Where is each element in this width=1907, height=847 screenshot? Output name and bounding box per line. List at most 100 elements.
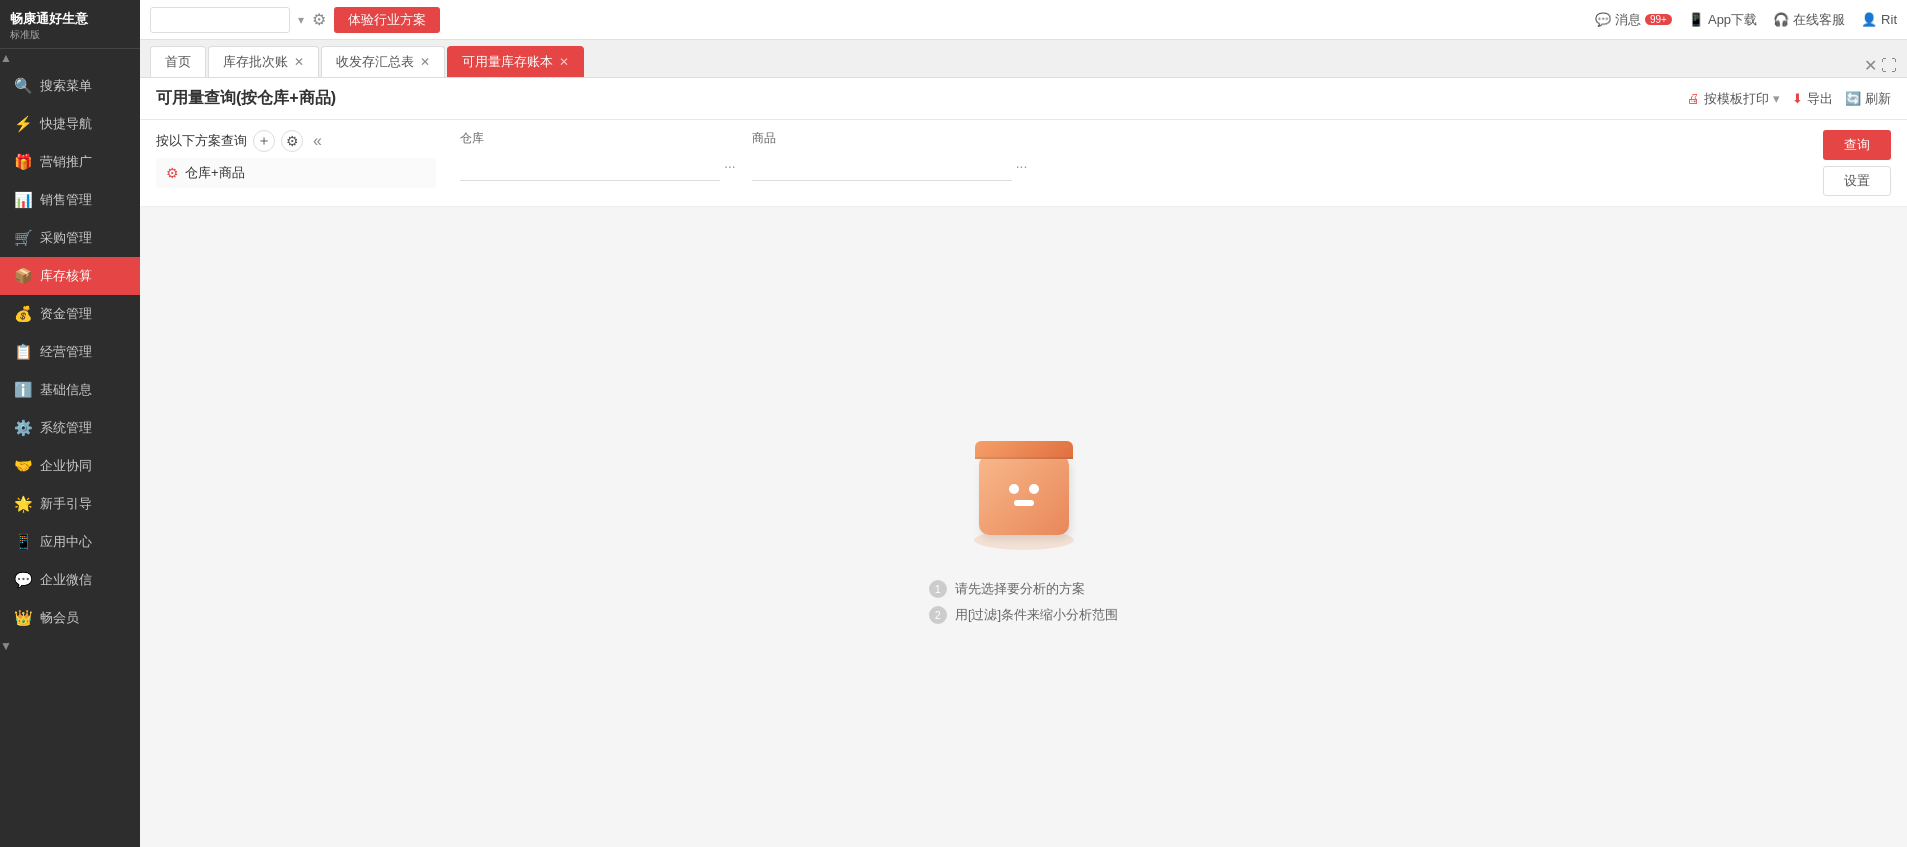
print-icon: 🖨 — [1687, 91, 1700, 106]
tab-batch-close[interactable]: ✕ — [294, 55, 304, 69]
warehouse-more-icon[interactable]: ··· — [724, 158, 736, 174]
tab-batch[interactable]: 库存批次账 ✕ — [208, 46, 319, 77]
system-icon: ⚙️ — [14, 419, 32, 437]
sidebar-item-marketing[interactable]: 🎁 营销推广 — [0, 143, 140, 181]
filter-scheme-item[interactable]: ⚙ 仓库+商品 — [156, 158, 436, 188]
logo-sub: 标准版 — [10, 28, 130, 42]
goods-label: 商品 — [752, 130, 1028, 147]
topbar-user[interactable]: 👤 Rit — [1861, 12, 1897, 27]
sidebar-item-label: 快捷导航 — [40, 115, 92, 133]
query-btn[interactable]: 查询 — [1823, 130, 1891, 160]
topbar-search-input[interactable] — [150, 7, 290, 33]
empty-state: 1 请先选择要分析的方案 2 用[过滤]条件来缩小分析范围 — [140, 207, 1907, 847]
tab-available-close[interactable]: ✕ — [559, 55, 569, 69]
sidebar-item-appcenter[interactable]: 📱 应用中心 — [0, 523, 140, 561]
tab-summary[interactable]: 收发存汇总表 ✕ — [321, 46, 445, 77]
search-icon: 🔍 — [14, 77, 32, 95]
sidebar-item-member[interactable]: 👑 畅会员 — [0, 599, 140, 637]
goods-field: 商品 ··· — [752, 130, 1028, 181]
app-label: App下载 — [1708, 11, 1757, 29]
sidebar-item-label: 企业协同 — [40, 457, 92, 475]
topbar-msg[interactable]: 💬 消息 99+ — [1595, 11, 1672, 29]
page-header-actions: 🖨 按模板打印 ▾ ⬇ 导出 🔄 刷新 — [1687, 90, 1891, 108]
print-label: 按模板打印 — [1704, 90, 1769, 108]
export-label: 导出 — [1807, 90, 1833, 108]
page-area: 可用量查询(按仓库+商品) 🖨 按模板打印 ▾ ⬇ 导出 🔄 刷新 — [140, 78, 1907, 847]
sidebar-item-label: 应用中心 — [40, 533, 92, 551]
topbar-app[interactable]: 📱 App下载 — [1688, 11, 1757, 29]
trial-btn[interactable]: 体验行业方案 — [334, 7, 440, 33]
sidebar-item-inventory[interactable]: 📦 库存核算 — [0, 257, 140, 295]
service-label: 在线客服 — [1793, 11, 1845, 29]
tab-home[interactable]: 首页 — [150, 46, 206, 77]
sidebar-item-label: 销售管理 — [40, 191, 92, 209]
sidebar-item-label: 营销推广 — [40, 153, 92, 171]
sidebar-item-label: 经营管理 — [40, 343, 92, 361]
refresh-icon: 🔄 — [1845, 91, 1861, 106]
empty-tip-1: 1 请先选择要分析的方案 — [929, 580, 1118, 598]
empty-tips: 1 请先选择要分析的方案 2 用[过滤]条件来缩小分析范围 — [929, 580, 1118, 624]
sidebar-item-label: 库存核算 — [40, 267, 92, 285]
refresh-action[interactable]: 🔄 刷新 — [1845, 90, 1891, 108]
user-icon: 👤 — [1861, 12, 1877, 27]
topbar-service[interactable]: 🎧 在线客服 — [1773, 11, 1845, 29]
tab-batch-label: 库存批次账 — [223, 53, 288, 71]
sidebar-item-label: 基础信息 — [40, 381, 92, 399]
sidebar-item-system[interactable]: ⚙️ 系统管理 — [0, 409, 140, 447]
warehouse-input[interactable] — [460, 151, 720, 181]
quicknav-icon: ⚡ — [14, 115, 32, 133]
topbar-gear-icon[interactable]: ⚙ — [312, 10, 326, 29]
inventory-icon: 📦 — [14, 267, 32, 285]
tab-close-all-icon[interactable]: ✕ — [1864, 56, 1877, 75]
sidebar-item-basicinfo[interactable]: ℹ️ 基础信息 — [0, 371, 140, 409]
sidebar-item-operations[interactable]: 📋 经营管理 — [0, 333, 140, 371]
goods-input[interactable] — [752, 151, 1012, 181]
refresh-label: 刷新 — [1865, 90, 1891, 108]
export-icon: ⬇ — [1792, 91, 1803, 106]
tab-summary-close[interactable]: ✕ — [420, 55, 430, 69]
main-area: ▾ ⚙ 体验行业方案 💬 消息 99+ 📱 App下载 🎧 在线客服 — [140, 0, 1907, 847]
print-dropdown-icon[interactable]: ▾ — [1773, 91, 1780, 106]
filter-collapse-btn[interactable]: « — [313, 132, 322, 150]
marketing-icon: 🎁 — [14, 153, 32, 171]
member-icon: 👑 — [14, 609, 32, 627]
msg-icon: 💬 — [1595, 12, 1611, 27]
sidebar-item-newguide[interactable]: 🌟 新手引导 — [0, 485, 140, 523]
msg-label: 消息 — [1615, 11, 1641, 29]
scroll-up-arrow[interactable]: ▲ — [0, 49, 140, 67]
scroll-down-arrow[interactable]: ▼ — [0, 637, 140, 655]
sidebar-item-label: 系统管理 — [40, 419, 92, 437]
logo-title: 畅康通好生意 — [10, 10, 130, 28]
user-label: Rit — [1881, 12, 1897, 27]
cooperation-icon: 🤝 — [14, 457, 32, 475]
settings-btn[interactable]: 设置 — [1823, 166, 1891, 196]
filter-fields: 仓库 ··· 商品 ··· — [460, 130, 1803, 181]
filter-settings-btn[interactable]: ⚙ — [281, 130, 303, 152]
sidebar-item-search[interactable]: 🔍 搜索菜单 — [0, 67, 140, 105]
empty-tip-2: 2 用[过滤]条件来缩小分析范围 — [929, 606, 1118, 624]
filter-add-btn[interactable]: ＋ — [253, 130, 275, 152]
sales-icon: 📊 — [14, 191, 32, 209]
warehouse-label: 仓库 — [460, 130, 736, 147]
newguide-icon: 🌟 — [14, 495, 32, 513]
goods-more-icon[interactable]: ··· — [1016, 158, 1028, 174]
sidebar-item-quicknav[interactable]: ⚡ 快捷导航 — [0, 105, 140, 143]
tab-available[interactable]: 可用量库存账本 ✕ — [447, 46, 584, 77]
page-title: 可用量查询(按仓库+商品) — [156, 88, 336, 109]
tab-home-label: 首页 — [165, 53, 191, 71]
topbar-right: 💬 消息 99+ 📱 App下载 🎧 在线客服 👤 Rit — [1595, 11, 1897, 29]
tab-expand-icon[interactable]: ⛶ — [1881, 57, 1897, 75]
sidebar-logo: 畅康通好生意 标准版 — [0, 0, 140, 49]
filter-left-header: 按以下方案查询 ＋ ⚙ « — [156, 130, 436, 152]
sidebar-item-label: 新手引导 — [40, 495, 92, 513]
tab-summary-label: 收发存汇总表 — [336, 53, 414, 71]
sidebar-item-cooperation[interactable]: 🤝 企业协同 — [0, 447, 140, 485]
print-action[interactable]: 🖨 按模板打印 ▾ — [1687, 90, 1780, 108]
export-action[interactable]: ⬇ 导出 — [1792, 90, 1833, 108]
sidebar-item-sales[interactable]: 📊 销售管理 — [0, 181, 140, 219]
sidebar-item-finance[interactable]: 💰 资金管理 — [0, 295, 140, 333]
sidebar-item-purchase[interactable]: 🛒 采购管理 — [0, 219, 140, 257]
service-icon: 🎧 — [1773, 12, 1789, 27]
sidebar-item-wechat[interactable]: 💬 企业微信 — [0, 561, 140, 599]
topbar-dropdown-arrow[interactable]: ▾ — [298, 13, 304, 27]
